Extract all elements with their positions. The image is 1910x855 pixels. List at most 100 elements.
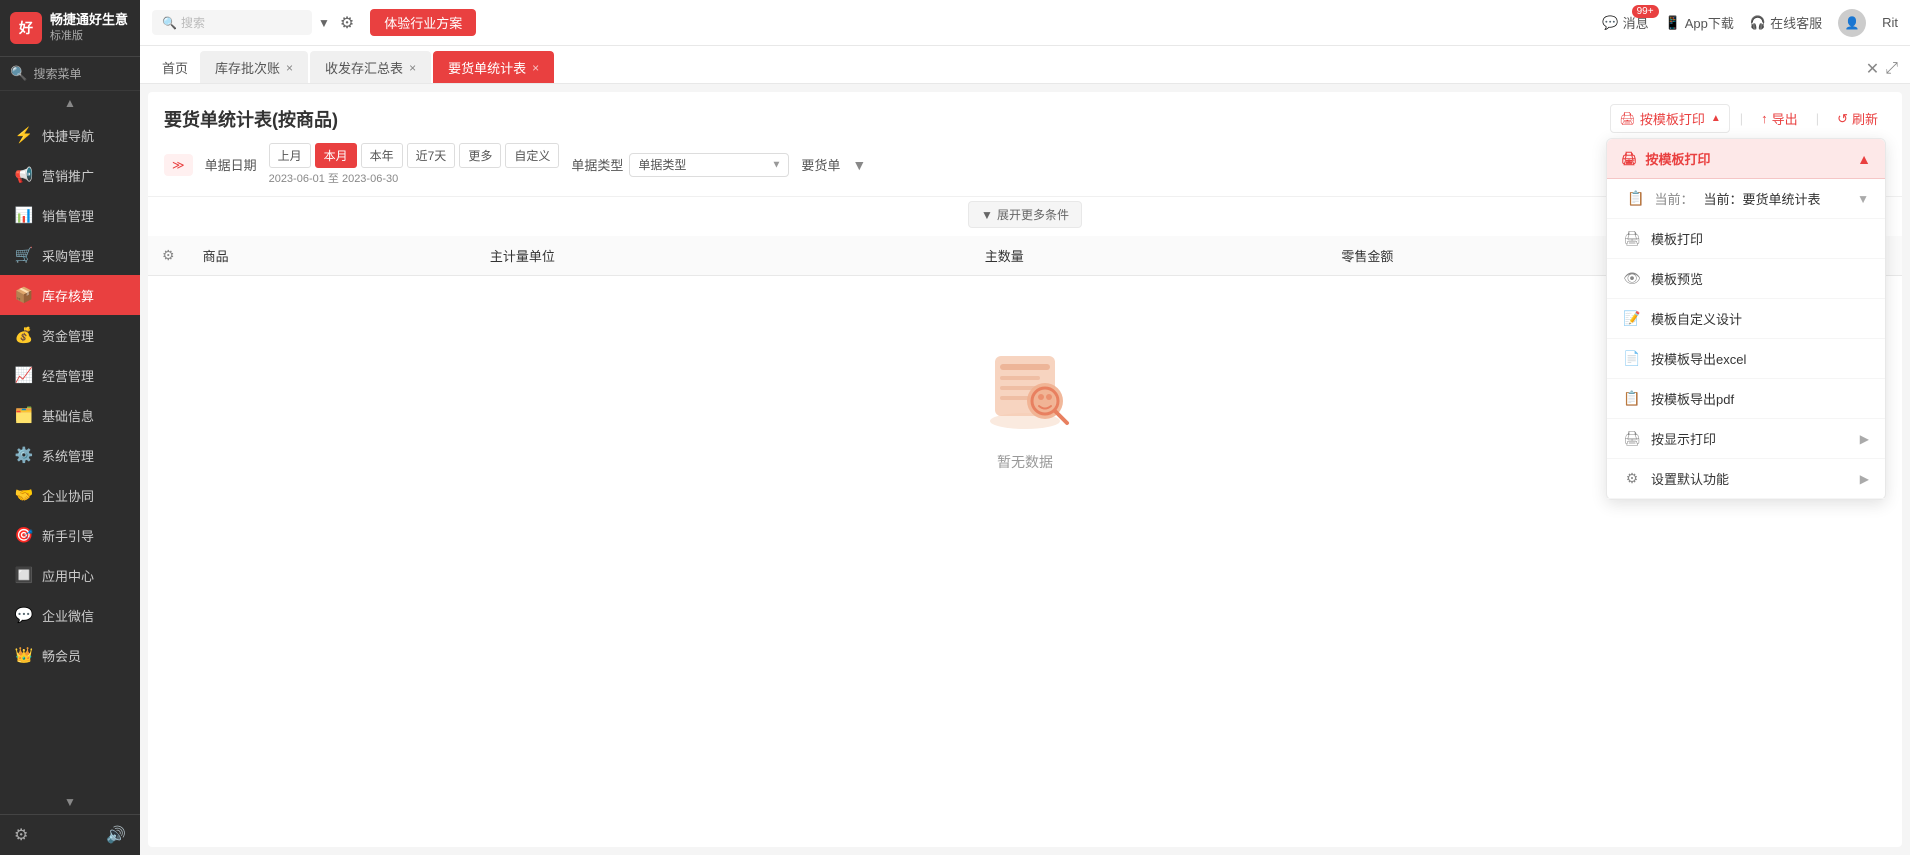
date-this-year[interactable]: 本年: [361, 143, 403, 168]
column-settings-icon[interactable]: ⚙: [162, 247, 175, 263]
messages-button[interactable]: 💬 消息 99+: [1602, 13, 1648, 32]
settings-icon[interactable]: ⚙: [340, 13, 354, 33]
dropdown-current-item[interactable]: 📋 当前： 当前：要货单统计表 ▼: [1607, 179, 1885, 219]
top-right-actions: 🖨 按模板打印 ▲ | ↑ 导出 | ↺ 刷新: [1610, 104, 1886, 133]
template-print-label: 模板打印: [1651, 229, 1703, 248]
order-status-label: 要货单: [801, 155, 840, 174]
wechat-icon: 💬: [14, 605, 34, 625]
sidebar-search[interactable]: 🔍 搜索菜单: [0, 57, 140, 91]
app-download-button[interactable]: 📱 App下载: [1665, 13, 1734, 32]
inventory-icon: 📦: [14, 285, 34, 305]
sidebar-item-label: 库存核算: [42, 286, 94, 305]
online-service-label: 在线客服: [1770, 13, 1822, 32]
tab-inventory-batch-close[interactable]: ×: [286, 61, 293, 75]
close-window-button[interactable]: ✕: [1866, 59, 1879, 79]
template-preview-icon: 👁: [1623, 270, 1641, 287]
dropdown-set-default[interactable]: ⚙ 设置默认功能 ▶: [1607, 459, 1885, 499]
dropdown-template-excel[interactable]: 📄 按模板导出excel: [1607, 339, 1885, 379]
dropdown-template-preview[interactable]: 👁 模板预览: [1607, 259, 1885, 299]
sidebar-item-marketing[interactable]: 📢 营销推广: [0, 155, 140, 195]
sidebar-item-operations[interactable]: 📈 经营管理: [0, 355, 140, 395]
col-retail-label: 零售金额: [1341, 249, 1393, 264]
sidebar-item-wechat[interactable]: 💬 企业微信: [0, 595, 140, 635]
page-title-bar: 要货单统计表(按商品) 🖨 按模板打印 ▲ | ↑ 导出 | ↺ 刷新: [148, 92, 1902, 133]
filter-expand-button[interactable]: ≫: [164, 154, 193, 176]
dropdown-template-custom[interactable]: 📝 模板自定义设计: [1607, 299, 1885, 339]
purchase-icon: 🛒: [14, 245, 34, 265]
promo-button[interactable]: 体验行业方案: [370, 9, 476, 36]
sidebar-item-finance[interactable]: 💰 资金管理: [0, 315, 140, 355]
maximize-window-button[interactable]: ⤢: [1885, 60, 1898, 78]
tab-order-stats[interactable]: 要货单统计表 ×: [433, 51, 554, 83]
tabs-bar: 首页 库存批次账 × 收发存汇总表 × 要货单统计表 × ✕ ⤢: [140, 46, 1910, 84]
sidebar-item-purchase[interactable]: 🛒 采购管理: [0, 235, 140, 275]
date-custom[interactable]: 自定义: [505, 143, 559, 168]
tab-receipt-summary-close[interactable]: ×: [409, 61, 416, 75]
search-icon: 🔍: [10, 65, 27, 82]
user-avatar[interactable]: 👤: [1838, 9, 1866, 37]
date-filter-label: 单据日期: [205, 155, 257, 174]
current-template-chevron: ▼: [1857, 192, 1869, 206]
sidebar-item-guide[interactable]: 🎯 新手引导: [0, 515, 140, 555]
sidebar: 好 畅捷通好生意 标准版 🔍 搜索菜单 ▲ ⚡ 快捷导航 📢 营销推广 📊 销售…: [0, 0, 140, 855]
search-icon: 🔍: [162, 16, 177, 30]
sidebar-item-base[interactable]: 🗂️ 基础信息: [0, 395, 140, 435]
user-name[interactable]: Rit: [1882, 15, 1898, 30]
dropdown-display-print[interactable]: 🖨 按显示打印 ▶: [1607, 419, 1885, 459]
sidebar-item-label: 资金管理: [42, 326, 94, 345]
print-dropdown-chevron[interactable]: ▲: [1857, 151, 1871, 167]
export-button[interactable]: ↑ 导出: [1753, 105, 1806, 132]
date-more[interactable]: 更多: [459, 143, 501, 168]
print-button[interactable]: 🖨 按模板打印 ▲: [1610, 104, 1729, 133]
dropdown-template-print[interactable]: 🖨 模板打印: [1607, 219, 1885, 259]
empty-icon: [965, 336, 1085, 436]
type-select[interactable]: 单据类型: [629, 153, 789, 177]
template-pdf-label: 按模板导出pdf: [1651, 389, 1734, 408]
sidebar-scroll-down[interactable]: ▼: [0, 790, 140, 814]
settings-footer-icon[interactable]: ⚙: [14, 825, 28, 845]
expand-more-label: 展开更多条件: [997, 206, 1069, 223]
col-product-label: 商品: [203, 249, 229, 264]
tab-order-stats-label: 要货单统计表: [448, 58, 526, 77]
sound-footer-icon[interactable]: 🔊: [106, 825, 126, 845]
sidebar-item-member[interactable]: 👑 畅会员: [0, 635, 140, 675]
col-unit: 主计量单位: [476, 236, 971, 276]
search-bar[interactable]: 🔍 搜索: [152, 10, 312, 35]
tab-home[interactable]: 首页: [152, 51, 198, 83]
apps-icon: 🔲: [14, 565, 34, 585]
set-default-arrow: ▶: [1860, 472, 1869, 486]
sidebar-item-label: 经营管理: [42, 366, 94, 385]
refresh-button[interactable]: ↺ 刷新: [1829, 105, 1886, 132]
online-service-button[interactable]: 🎧 在线客服: [1750, 13, 1822, 32]
edition-label: 标准版: [50, 29, 128, 43]
date-last-7-days[interactable]: 近7天: [407, 143, 456, 168]
set-default-label: 设置默认功能: [1651, 469, 1729, 488]
display-print-label: 按显示打印: [1651, 429, 1716, 448]
order-status-dropdown[interactable]: ▼: [852, 157, 866, 173]
search-dropdown[interactable]: ▼: [318, 16, 330, 30]
sidebar-scroll-up[interactable]: ▲: [0, 91, 140, 115]
expand-more-button[interactable]: ▼ 展开更多条件: [968, 201, 1082, 228]
display-print-arrow: ▶: [1860, 432, 1869, 446]
template-print-icon: 🖨: [1623, 230, 1641, 247]
sidebar-item-inventory[interactable]: 📦 库存核算: [0, 275, 140, 315]
tab-order-stats-close[interactable]: ×: [532, 61, 539, 75]
page-title: 要货单统计表(按商品): [164, 106, 338, 132]
sidebar-item-label: 营销推广: [42, 166, 94, 185]
current-template-name: 当前：要货单统计表: [1703, 189, 1820, 208]
sidebar-item-collab[interactable]: 🤝 企业协同: [0, 475, 140, 515]
set-default-icon: ⚙: [1623, 470, 1641, 487]
date-this-month[interactable]: 本月: [315, 143, 357, 168]
dropdown-template-pdf[interactable]: 📋 按模板导出pdf: [1607, 379, 1885, 419]
sidebar-item-system[interactable]: ⚙️ 系统管理: [0, 435, 140, 475]
tab-receipt-summary[interactable]: 收发存汇总表 ×: [310, 51, 431, 83]
sidebar-item-sales[interactable]: 📊 销售管理: [0, 195, 140, 235]
quick-nav-icon: ⚡: [14, 125, 34, 145]
sidebar-item-apps[interactable]: 🔲 应用中心: [0, 555, 140, 595]
print-dropdown: 🖨 按模板打印 ▲ 📋 当前： 当前：要货单统计表 ▼ 🖨 模板打印 👁: [1606, 138, 1886, 500]
sidebar-item-quick-nav[interactable]: ⚡ 快捷导航: [0, 115, 140, 155]
tab-inventory-batch[interactable]: 库存批次账 ×: [200, 51, 308, 83]
date-last-month[interactable]: 上月: [269, 143, 311, 168]
print-dropdown-icon: 🖨: [1621, 151, 1638, 167]
print-dropdown-header: 🖨 按模板打印 ▲: [1607, 139, 1885, 179]
